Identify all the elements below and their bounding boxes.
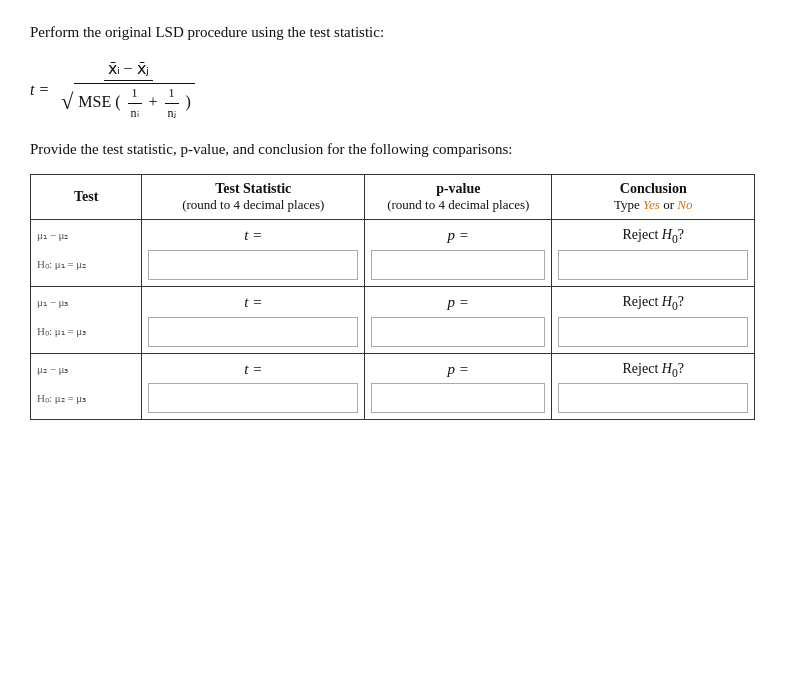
row3-p-label: p = bbox=[365, 353, 552, 381]
frac-ni: 1 nᵢ bbox=[127, 86, 143, 121]
sqrt-content: MSE ( 1 nᵢ + 1 nⱼ ) bbox=[74, 83, 195, 121]
conclusion-or-label: or bbox=[660, 197, 677, 212]
conclusion-yes-label: Yes bbox=[643, 197, 660, 212]
row1-p-input-cell bbox=[365, 248, 552, 287]
table-row: H₀: μ₁ = μ₃ bbox=[31, 315, 755, 354]
row2-t-label: t = bbox=[142, 286, 365, 314]
row3-p-eq: p = bbox=[448, 361, 469, 377]
plus-sign: + bbox=[149, 93, 162, 110]
formula-lhs: t = bbox=[30, 81, 49, 99]
row2-p-input[interactable] bbox=[371, 317, 545, 347]
header-pval-label: p-value bbox=[436, 181, 480, 196]
row3-p-input-cell bbox=[365, 381, 552, 420]
row2-reject-label: Reject H0? bbox=[552, 286, 755, 314]
row2-conc-input[interactable] bbox=[558, 317, 748, 347]
comparisons-table: Test Test Statistic (round to 4 decimal … bbox=[30, 174, 755, 420]
row1-p-input[interactable] bbox=[371, 250, 545, 280]
paren-close: ) bbox=[186, 93, 191, 110]
row1-reject-label: Reject H0? bbox=[552, 220, 755, 248]
row3-t-input[interactable] bbox=[148, 383, 358, 413]
header-pval-sub: (round to 4 decimal places) bbox=[387, 197, 529, 212]
row2-t-input-cell bbox=[142, 315, 365, 354]
formula-block: t = x̄ᵢ − x̄ⱼ √ MSE ( 1 nᵢ + 1 nⱼ bbox=[30, 59, 755, 121]
row1-reject-text: Reject H0? bbox=[623, 227, 684, 242]
frac-nj: 1 nⱼ bbox=[164, 86, 180, 121]
mse-label: MSE bbox=[78, 93, 111, 110]
formula-denominator: √ MSE ( 1 nᵢ + 1 nⱼ ) bbox=[57, 81, 199, 121]
paren-open: ( bbox=[115, 93, 120, 110]
row2-conc-input-cell bbox=[552, 315, 755, 354]
frac-nj-top: 1 bbox=[165, 86, 179, 104]
header-test-stat: Test Statistic (round to 4 decimal place… bbox=[142, 175, 365, 220]
table-row: H₀: μ₁ = μ₂ bbox=[31, 248, 755, 287]
row1-p-eq: p = bbox=[448, 227, 469, 243]
row3-conc-input-cell bbox=[552, 381, 755, 420]
row1-conc-input[interactable] bbox=[558, 250, 748, 280]
table-row: μ₂ − μ₃ t = p = Reject H0? bbox=[31, 353, 755, 381]
row1-t-input[interactable] bbox=[148, 250, 358, 280]
row3-t-label: t = bbox=[142, 353, 365, 381]
formula-numerator: x̄ᵢ − x̄ⱼ bbox=[104, 59, 153, 81]
row1-label-top: μ₁ − μ₂ bbox=[31, 220, 142, 248]
row1-label-bottom: H₀: μ₁ = μ₂ bbox=[31, 248, 142, 287]
row3-t-input-cell bbox=[142, 381, 365, 420]
header-conclusion: Conclusion Type Yes or No bbox=[552, 175, 755, 220]
row1-t-label: t = bbox=[142, 220, 365, 248]
conclusion-type-label: Type bbox=[614, 197, 643, 212]
row3-label-top: μ₂ − μ₃ bbox=[31, 353, 142, 381]
row3-label-bottom: H₀: μ₂ = μ₃ bbox=[31, 381, 142, 420]
row2-p-label: p = bbox=[365, 286, 552, 314]
sqrt-wrapper: √ MSE ( 1 nᵢ + 1 nⱼ ) bbox=[61, 83, 195, 121]
row3-p-input[interactable] bbox=[371, 383, 545, 413]
frac-nj-bot: nⱼ bbox=[164, 104, 180, 121]
row2-p-input-cell bbox=[365, 315, 552, 354]
conclusion-no-label: No bbox=[677, 197, 692, 212]
table-row: μ₁ − μ₂ t = p = Reject H0? bbox=[31, 220, 755, 248]
row2-label-bottom: H₀: μ₁ = μ₃ bbox=[31, 315, 142, 354]
row2-label-top: μ₁ − μ₃ bbox=[31, 286, 142, 314]
frac-ni-top: 1 bbox=[128, 86, 142, 104]
row2-t-input[interactable] bbox=[148, 317, 358, 347]
table-row: μ₁ − μ₃ t = p = Reject H0? bbox=[31, 286, 755, 314]
header-conclusion-label: Conclusion bbox=[620, 181, 687, 196]
row3-conc-input[interactable] bbox=[558, 383, 748, 413]
row1-t-input-cell bbox=[142, 248, 365, 287]
row3-reject-text: Reject H0? bbox=[623, 361, 684, 376]
header-test-stat-sub: (round to 4 decimal places) bbox=[182, 197, 324, 212]
row2-p-eq: p = bbox=[448, 294, 469, 310]
row1-t-eq: t = bbox=[244, 227, 262, 243]
row2-reject-text: Reject H0? bbox=[623, 294, 684, 309]
provide-text: Provide the test statistic, p-value, and… bbox=[30, 141, 755, 158]
header-conclusion-sub: Type Yes or No bbox=[614, 197, 692, 212]
row3-t-eq: t = bbox=[244, 361, 262, 377]
row2-t-eq: t = bbox=[244, 294, 262, 310]
row3-reject-label: Reject H0? bbox=[552, 353, 755, 381]
formula-fraction: x̄ᵢ − x̄ⱼ √ MSE ( 1 nᵢ + 1 nⱼ ) bbox=[57, 59, 199, 121]
table-row: H₀: μ₂ = μ₃ bbox=[31, 381, 755, 420]
header-pval: p-value (round to 4 decimal places) bbox=[365, 175, 552, 220]
row1-p-label: p = bbox=[365, 220, 552, 248]
header-test: Test bbox=[31, 175, 142, 220]
frac-ni-bot: nᵢ bbox=[127, 104, 143, 121]
header-test-stat-label: Test Statistic bbox=[215, 181, 291, 196]
intro-text: Perform the original LSD procedure using… bbox=[30, 24, 755, 41]
sqrt-symbol: √ bbox=[61, 91, 73, 113]
row1-conc-input-cell bbox=[552, 248, 755, 287]
